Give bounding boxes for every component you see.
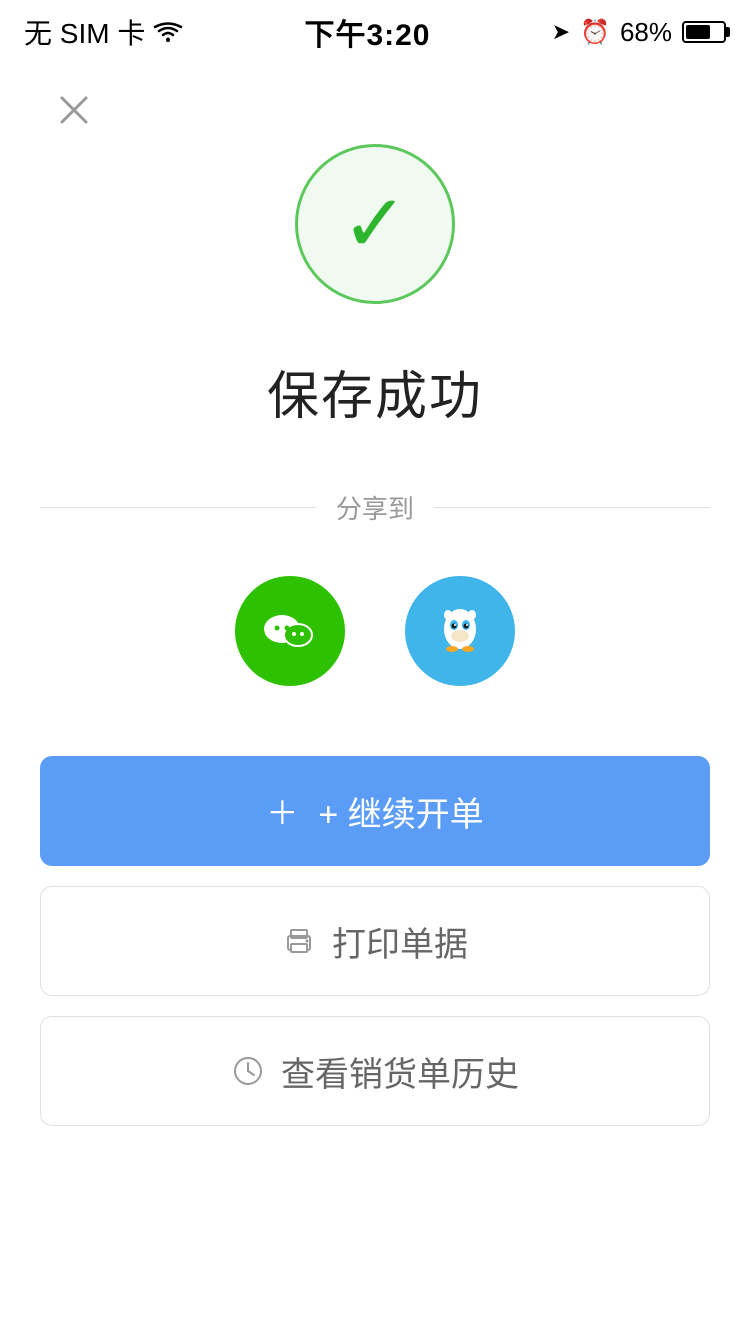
qq-logo-icon [430, 601, 490, 661]
continue-label: + 继续开单 [318, 787, 483, 836]
location-icon: ➤ [552, 19, 570, 45]
print-label: 打印单据 [332, 917, 468, 966]
main-content: ✓ 保存成功 分享到 [0, 64, 750, 1126]
success-title: 保存成功 [267, 354, 483, 429]
success-icon-circle: ✓ [295, 144, 455, 304]
share-wechat-button[interactable] [235, 576, 345, 686]
share-icons-row [40, 576, 710, 686]
share-qq-button[interactable] [405, 576, 515, 686]
status-bar: 无 SIM 卡 下午3:20 ➤ ⏰ 68% [0, 0, 750, 64]
wifi-icon [153, 21, 183, 43]
history-button[interactable]: 查看销货单历史 [40, 1016, 710, 1126]
share-section: 分享到 [0, 489, 750, 686]
divider-left [40, 507, 316, 508]
battery-percent: 68% [620, 17, 672, 48]
status-carrier: 无 SIM 卡 [24, 12, 183, 52]
printer-icon [282, 924, 316, 958]
action-buttons: ＋ + 继续开单 打印单据 [0, 756, 750, 1126]
share-divider: 分享到 [40, 489, 710, 526]
battery-icon [682, 21, 726, 43]
check-icon: ✓ [341, 184, 408, 264]
status-right: ➤ ⏰ 68% [552, 17, 726, 48]
close-button[interactable] [44, 80, 104, 140]
history-label: 查看销货单历史 [281, 1047, 519, 1096]
continue-button[interactable]: ＋ + 继续开单 [40, 756, 710, 866]
print-button[interactable]: 打印单据 [40, 886, 710, 996]
wechat-logo-icon [260, 601, 320, 661]
alarm-icon: ⏰ [580, 18, 610, 47]
status-time: 下午3:20 [304, 10, 430, 54]
divider-right [434, 507, 710, 508]
plus-icon: ＋ [266, 788, 298, 834]
share-label: 分享到 [336, 489, 414, 526]
clock-icon [231, 1054, 265, 1088]
